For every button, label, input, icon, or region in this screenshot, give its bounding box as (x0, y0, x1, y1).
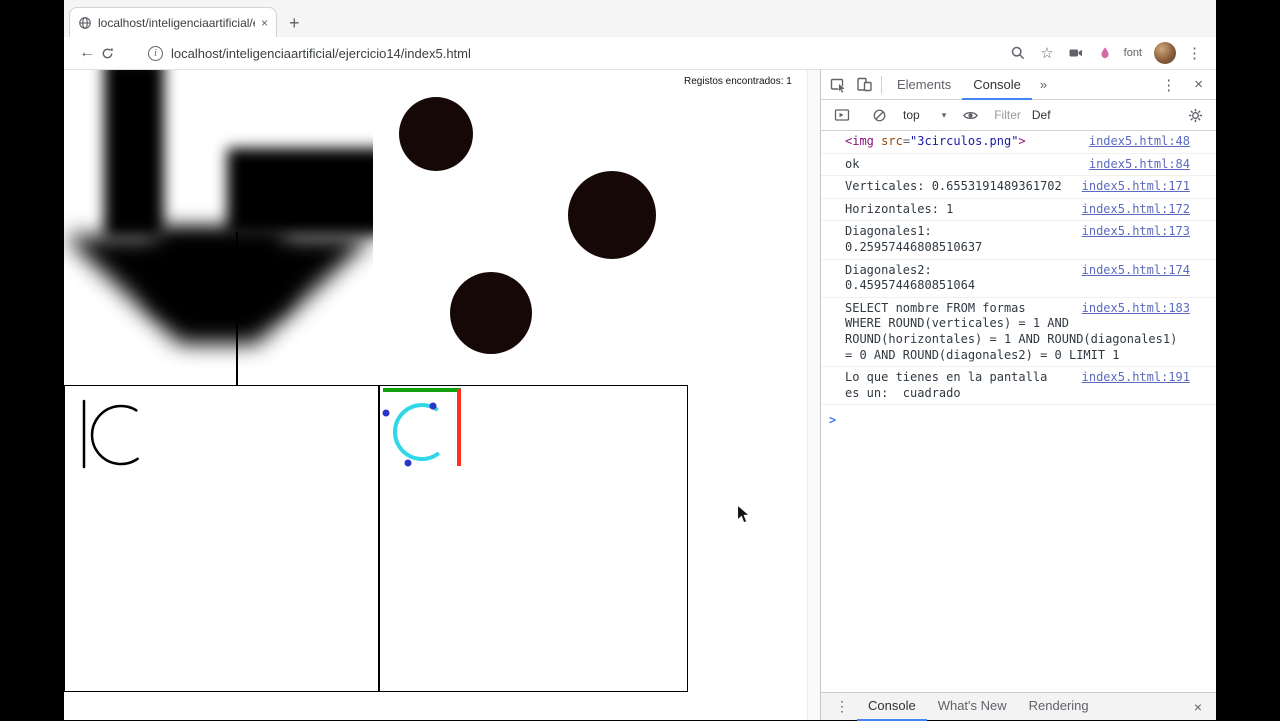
detected-arc-cyan (393, 403, 440, 461)
console-messages: index5.html:48 <img src="3circulos.png"> i… (821, 131, 1216, 406)
drawer-menu-icon[interactable]: ⋮ (827, 698, 857, 715)
back-button[interactable]: ← (74, 44, 100, 62)
drawing-canvas (64, 385, 379, 692)
tab-elements[interactable]: Elements (886, 70, 962, 100)
tab-close-icon[interactable]: × (261, 16, 268, 30)
console-source-link[interactable]: index5.html:48 (1089, 134, 1190, 150)
devtools-menu-icon[interactable]: ⋮ (1152, 76, 1185, 94)
console-message: Verticales: 0.6553191489361702 (845, 179, 1062, 194)
mouse-cursor (736, 504, 751, 524)
profile-avatar[interactable] (1154, 42, 1176, 64)
console-source-link[interactable]: index5.html:172 (1082, 202, 1190, 218)
browser-window: localhost/inteligenciaartificial/e × + ←… (64, 0, 1216, 721)
records-found-label: Registos encontrados: 1 (684, 76, 792, 87)
console-message: Lo que tienes en la pantalla es un: cuad… (845, 370, 1048, 400)
console-row: index5.html:171 Verticales: 0.65531914893… (821, 176, 1216, 199)
new-tab-button[interactable]: + (289, 14, 300, 32)
console-source-link[interactable]: index5.html:191 (1082, 370, 1190, 386)
browser-menu-icon[interactable]: ⋮ (1187, 44, 1202, 62)
devtools-panel: Elements Console » ⋮ × top ▾ Filter Def … (820, 70, 1216, 721)
extension-video-icon[interactable] (1068, 45, 1084, 61)
detected-point-blue (382, 409, 390, 417)
browser-tab[interactable]: localhost/inteligenciaartificial/e × (69, 7, 277, 37)
tab-strip: localhost/inteligenciaartificial/e × + (64, 0, 1216, 37)
page-scrollbar[interactable] (807, 70, 820, 720)
console-message: ok (845, 156, 860, 171)
console-source-link[interactable]: index5.html:173 (1082, 224, 1190, 240)
console-row: index5.html:172 Horizontales: 1 (821, 199, 1216, 222)
processed-image-canvas (64, 70, 373, 385)
live-expression-eye-icon[interactable] (957, 102, 983, 128)
console-message: Diagonales2: 0.4595744680851064 (845, 262, 976, 293)
page-info-icon[interactable]: i (148, 45, 163, 61)
devtools-close-icon[interactable]: × (1185, 76, 1212, 93)
console-message: Horizontales: 1 (845, 201, 954, 216)
drawn-arc (90, 404, 139, 466)
console-row: index5.html:183 SELECT nombre FROM formas… (821, 298, 1216, 368)
detected-point-blue (404, 459, 412, 467)
zoom-icon[interactable] (1010, 45, 1026, 61)
filter-input[interactable]: Filter (994, 108, 1021, 122)
devtools-header: Elements Console » ⋮ × (821, 70, 1216, 100)
divider (881, 75, 882, 94)
detected-point-blue (429, 402, 437, 410)
console-message: Diagonales1: 0.25957446808510637 (845, 224, 983, 254)
content-area: Registos encontrados: 1 Elements Console… (64, 70, 1216, 721)
circle-2 (568, 171, 656, 259)
circle-3 (450, 272, 532, 354)
web-page: Registos encontrados: 1 (64, 70, 820, 720)
tab-console[interactable]: Console (962, 70, 1032, 100)
favicon-globe-icon (78, 16, 92, 30)
tab-title: localhost/inteligenciaartificial/e (98, 15, 255, 30)
bookmark-star-icon[interactable]: ☆ (1040, 44, 1053, 62)
context-label: top (903, 108, 920, 122)
console-source-link[interactable]: index5.html:171 (1082, 179, 1190, 195)
console-output: index5.html:48 <img src="3circulos.png"> i… (821, 131, 1216, 692)
inspect-element-icon[interactable] (825, 72, 851, 98)
drawer-close-icon[interactable]: × (1186, 699, 1210, 715)
devtools-drawer: ⋮ Console What's New Rendering × (821, 692, 1216, 721)
omnibox[interactable]: i localhost/inteligenciaartificial/ejerc… (148, 45, 1003, 61)
console-message: <img src="3circulos.png"> (845, 134, 1026, 148)
reload-button[interactable] (100, 46, 126, 61)
clear-console-icon[interactable] (866, 102, 892, 128)
console-sidebar-icon[interactable] (829, 102, 855, 128)
extension-font-label[interactable]: font (1124, 47, 1142, 59)
settings-gear-icon[interactable] (1182, 102, 1208, 128)
chevron-down-icon: ▾ (941, 109, 947, 120)
drawer-tab-console[interactable]: Console (857, 693, 927, 721)
console-row: index5.html:174 Diagonales2: 0.4595744680… (821, 260, 1216, 298)
device-toolbar-icon[interactable] (851, 72, 877, 98)
console-source-link[interactable]: index5.html:174 (1082, 263, 1190, 279)
console-row: index5.html:173 Diagonales1: 0.2595744680… (821, 221, 1216, 260)
three-circles-canvas (373, 70, 820, 385)
log-levels-select[interactable]: Def (1032, 108, 1051, 122)
context-selector[interactable]: top ▾ (903, 108, 946, 122)
console-row: index5.html:191 Lo que tienes en la panta… (821, 367, 1216, 406)
prompt-chevron-icon: > (829, 413, 837, 428)
drawer-tab-rendering[interactable]: Rendering (1018, 693, 1100, 721)
circle-1 (399, 97, 473, 171)
console-source-link[interactable]: index5.html:183 (1082, 301, 1190, 317)
address-bar: ← i localhost/inteligenciaartificial/eje… (64, 37, 1216, 70)
more-tabs-icon[interactable]: » (1032, 77, 1055, 92)
detected-features-canvas (379, 385, 688, 692)
console-row: index5.html:48 <img src="3circulos.png"> (821, 131, 1216, 154)
console-source-link[interactable]: index5.html:84 (1089, 157, 1190, 173)
url-text: localhost/inteligenciaartificial/ejercic… (171, 45, 471, 61)
console-row: index5.html:84 ok (821, 154, 1216, 177)
console-toolbar: top ▾ Filter Def (821, 100, 1216, 131)
extension-marker-icon[interactable] (1098, 46, 1112, 60)
drawer-tab-whats-new[interactable]: What's New (927, 693, 1018, 721)
console-prompt[interactable]: > (821, 405, 1216, 427)
